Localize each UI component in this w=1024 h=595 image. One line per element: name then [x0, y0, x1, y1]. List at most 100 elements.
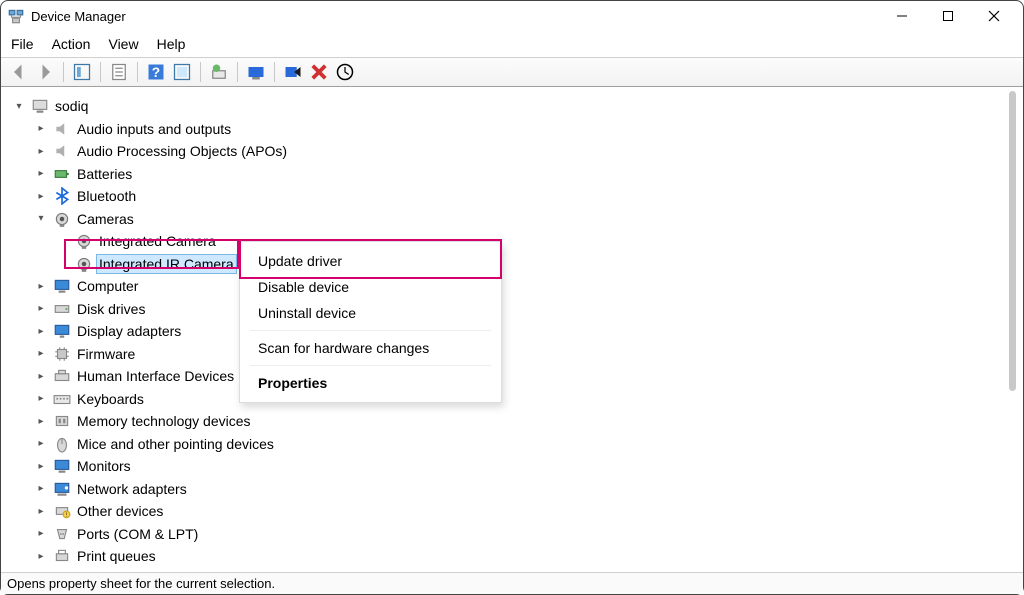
camera-icon: [75, 255, 93, 273]
back-icon[interactable]: [9, 62, 29, 82]
disable-icon[interactable]: [283, 62, 303, 82]
chevron-right-icon[interactable]: ▸: [33, 146, 49, 157]
tree-item-label: Batteries: [75, 165, 134, 183]
mouse-icon: [53, 435, 71, 453]
forward-icon[interactable]: [35, 62, 55, 82]
tree-item-display-adapters[interactable]: ▸ Display adapters: [11, 320, 1017, 343]
help-icon[interactable]: ?: [146, 62, 166, 82]
chevron-right-icon[interactable]: ▸: [33, 168, 49, 179]
tree-root[interactable]: ▾ sodiq: [11, 95, 1017, 118]
chevron-right-icon[interactable]: ▸: [33, 348, 49, 359]
chevron-right-icon[interactable]: ▸: [33, 483, 49, 494]
tree-item-network[interactable]: ▸ Network adapters: [11, 478, 1017, 501]
minimize-button[interactable]: [879, 1, 925, 31]
tree-item-keyboards[interactable]: ▸ Keyboards: [11, 388, 1017, 411]
properties-icon[interactable]: [109, 62, 129, 82]
tree-item-integrated-camera[interactable]: Integrated Camera: [11, 230, 1017, 253]
app-icon: [7, 7, 25, 25]
tree-item-label: Monitors: [75, 457, 133, 475]
tree-item-label: Integrated IR Camera: [97, 255, 236, 273]
ctx-update-driver[interactable]: Update driver: [240, 248, 501, 274]
tree-item-mice[interactable]: ▸ Mice and other pointing devices: [11, 433, 1017, 456]
chevron-right-icon[interactable]: ▸: [33, 461, 49, 472]
ctx-item-label: Uninstall device: [258, 305, 356, 321]
chevron-down-icon[interactable]: ▾: [33, 213, 49, 224]
display-icon: [53, 322, 71, 340]
tree-item-label: Other devices: [75, 502, 165, 520]
vertical-scrollbar[interactable]: [1007, 87, 1018, 572]
ctx-item-label: Disable device: [258, 279, 349, 295]
tree-item-hid[interactable]: ▸ Human Interface Devices: [11, 365, 1017, 388]
tree-item-batteries[interactable]: ▸ Batteries: [11, 163, 1017, 186]
tree-item-label: Bluetooth: [75, 187, 138, 205]
chevron-right-icon[interactable]: ▸: [33, 438, 49, 449]
chevron-right-icon[interactable]: ▸: [33, 191, 49, 202]
menu-view[interactable]: View: [108, 36, 138, 52]
chevron-right-icon[interactable]: ▸: [33, 123, 49, 134]
printer-icon: [53, 547, 71, 565]
show-hide-icon[interactable]: [72, 62, 92, 82]
scan-icon[interactable]: [172, 62, 192, 82]
uninstall-icon[interactable]: [309, 62, 329, 82]
ctx-scan-hardware[interactable]: Scan for hardware changes: [240, 335, 501, 361]
enable-icon[interactable]: [246, 62, 266, 82]
ctx-disable-device[interactable]: Disable device: [240, 274, 501, 300]
tree-item-print-queues[interactable]: ▸ Print queues: [11, 545, 1017, 568]
tree-item-apos[interactable]: ▸ Audio Processing Objects (APOs): [11, 140, 1017, 163]
tree-item-label: Network adapters: [75, 480, 189, 498]
scan-hardware-icon[interactable]: [335, 62, 355, 82]
port-icon: [53, 525, 71, 543]
disk-icon: [53, 300, 71, 318]
tree-item-label: Computer: [75, 277, 140, 295]
tree-item-audio-inputs-outputs[interactable]: ▸ Audio inputs and outputs: [11, 118, 1017, 141]
chevron-right-icon[interactable]: ▸: [33, 281, 49, 292]
chevron-right-icon[interactable]: ▸: [33, 551, 49, 562]
tree-item-firmware[interactable]: ▸ Firmware: [11, 343, 1017, 366]
chevron-right-icon[interactable]: ▸: [33, 506, 49, 517]
chip-icon: [53, 345, 71, 363]
scrollbar-thumb[interactable]: [1009, 91, 1016, 391]
speaker-icon: [53, 142, 71, 160]
ctx-divider: [250, 330, 491, 331]
chevron-right-icon[interactable]: ▸: [33, 303, 49, 314]
statusbar: Opens property sheet for the current sel…: [1, 572, 1023, 594]
tree-item-disk-drives[interactable]: ▸ Disk drives: [11, 298, 1017, 321]
tree-item-monitors[interactable]: ▸ Monitors: [11, 455, 1017, 478]
hid-icon: [53, 367, 71, 385]
chevron-down-icon[interactable]: ▾: [11, 101, 27, 112]
tree-item-ports[interactable]: ▸ Ports (COM & LPT): [11, 523, 1017, 546]
chevron-right-icon[interactable]: ▸: [33, 371, 49, 382]
tree-item-other-devices[interactable]: ▸ ! Other devices: [11, 500, 1017, 523]
chevron-right-icon[interactable]: ▸: [33, 528, 49, 539]
tree-item-label: Audio Processing Objects (APOs): [75, 142, 289, 160]
tree-item-label: Memory technology devices: [75, 412, 253, 430]
tree-item-label: Keyboards: [75, 390, 146, 408]
tree-root-label: sodiq: [53, 97, 90, 115]
device-tree[interactable]: ▾ sodiq ▸ Audio inputs and outputs ▸ Aud…: [1, 87, 1023, 572]
ctx-properties[interactable]: Properties: [240, 370, 501, 396]
keyboard-icon: [53, 390, 71, 408]
menu-help[interactable]: Help: [157, 36, 186, 52]
tree-item-computer[interactable]: ▸ Computer: [11, 275, 1017, 298]
tree-item-label: Human Interface Devices: [75, 367, 236, 385]
close-button[interactable]: [971, 1, 1017, 31]
monitor-icon: [53, 277, 71, 295]
tree-item-integrated-ir-camera[interactable]: Integrated IR Camera: [11, 253, 1017, 276]
chevron-right-icon[interactable]: ▸: [33, 393, 49, 404]
context-menu: Update driver Disable device Uninstall d…: [239, 241, 502, 403]
window-controls: [879, 1, 1017, 31]
ctx-item-label: Properties: [258, 375, 327, 391]
update-driver-toolbar-icon[interactable]: [209, 62, 229, 82]
tree-item-memory-tech[interactable]: ▸ Memory technology devices: [11, 410, 1017, 433]
tree-item-label: Display adapters: [75, 322, 183, 340]
ctx-uninstall-device[interactable]: Uninstall device: [240, 300, 501, 326]
tree-item-bluetooth[interactable]: ▸ Bluetooth: [11, 185, 1017, 208]
tree-item-label: Ports (COM & LPT): [75, 525, 200, 543]
window-title: Device Manager: [31, 9, 126, 24]
maximize-button[interactable]: [925, 1, 971, 31]
chevron-right-icon[interactable]: ▸: [33, 416, 49, 427]
menu-action[interactable]: Action: [52, 36, 91, 52]
tree-item-cameras[interactable]: ▾ Cameras: [11, 208, 1017, 231]
menu-file[interactable]: File: [11, 36, 34, 52]
chevron-right-icon[interactable]: ▸: [33, 326, 49, 337]
